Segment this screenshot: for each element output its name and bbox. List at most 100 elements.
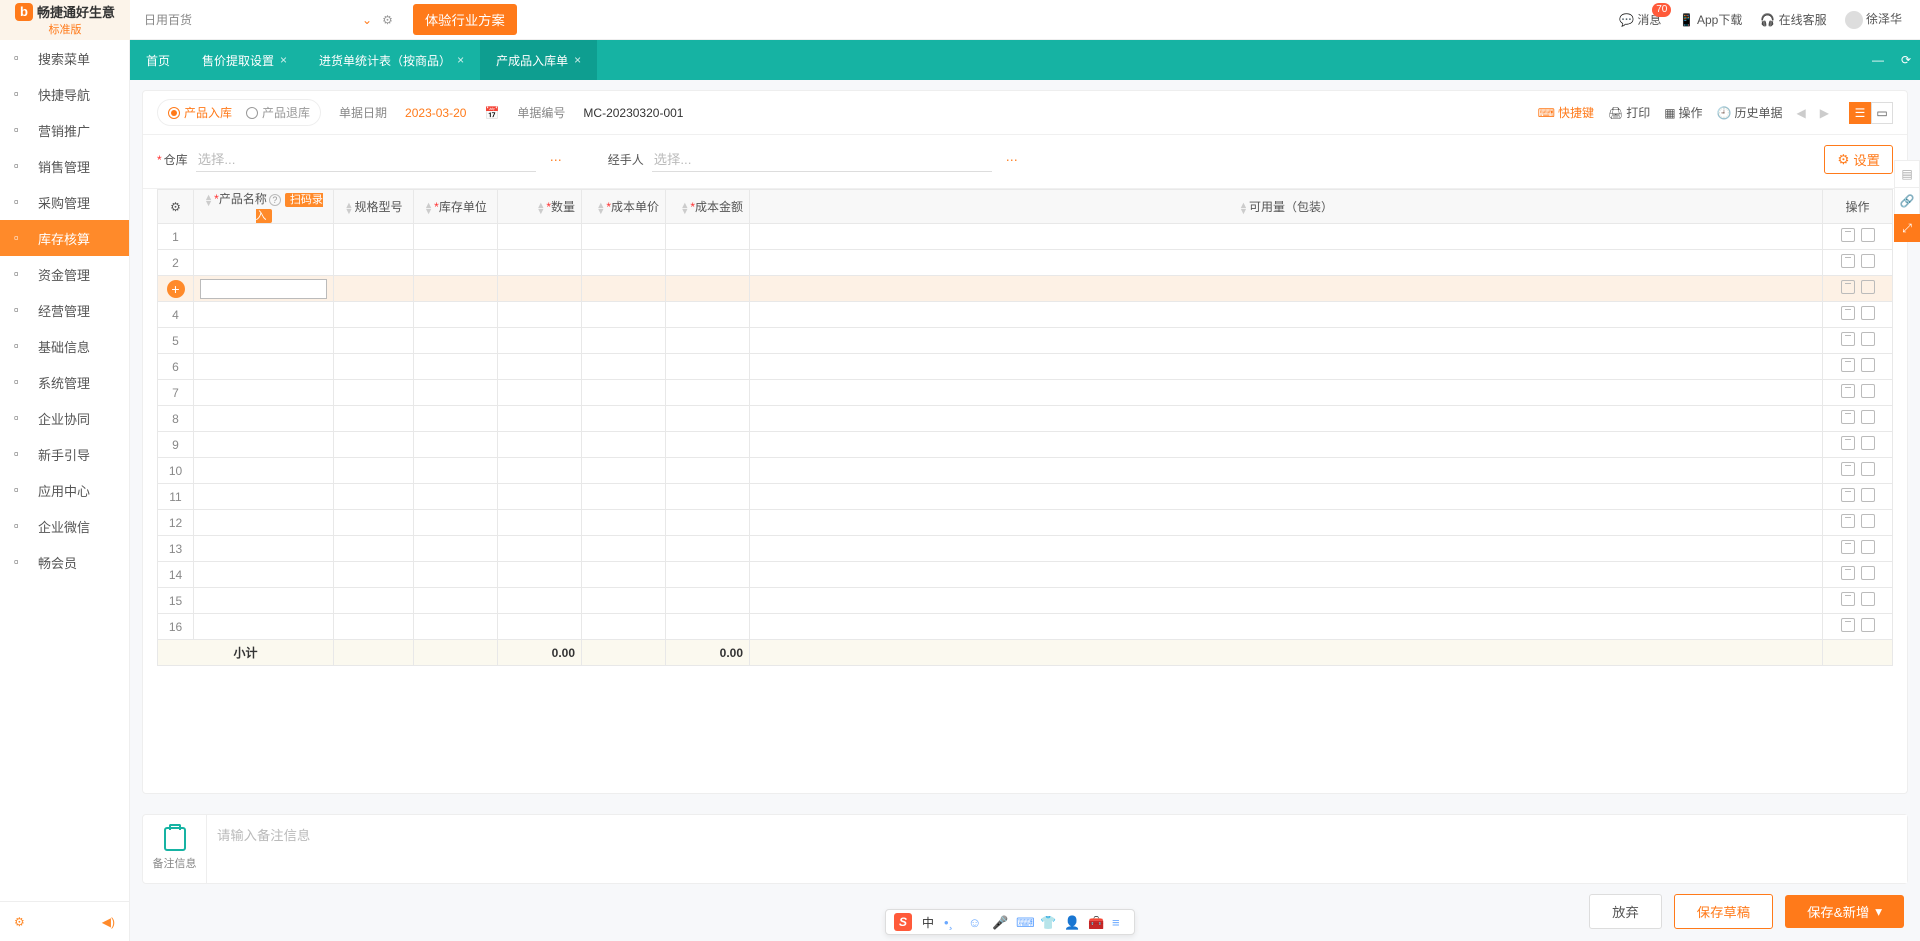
tab-1[interactable]: 售价提取设置× (186, 40, 303, 80)
col-spec[interactable]: ▲▼规格型号 (334, 190, 414, 224)
date-value[interactable]: 2023-03-20 (405, 106, 466, 120)
delete-row-icon[interactable] (1841, 618, 1855, 632)
handler-input[interactable] (652, 148, 992, 172)
delete-row-icon[interactable] (1841, 254, 1855, 268)
delete-row-icon[interactable] (1841, 592, 1855, 606)
shortcut-button[interactable]: ⌨快捷键 (1538, 104, 1594, 121)
float-tool-expand-icon[interactable]: ⤢ (1894, 214, 1920, 242)
copy-row-icon[interactable] (1861, 462, 1875, 476)
sidebar-item-13[interactable]: ▫企业微信 (0, 508, 129, 544)
radio-product-in[interactable]: 产品入库 (168, 104, 232, 121)
copy-row-icon[interactable] (1861, 488, 1875, 502)
sidebar-item-8[interactable]: ▫基础信息 (0, 328, 129, 364)
remark-input[interactable] (207, 815, 1907, 883)
sidebar-item-4[interactable]: ▫采购管理 (0, 184, 129, 220)
tab-refresh-button[interactable]: ⟳ (1892, 40, 1920, 80)
table-row[interactable]: 11 (158, 484, 1893, 510)
discard-button[interactable]: 放弃 (1589, 894, 1662, 929)
col-amount[interactable]: ▲▼*成本金额 (666, 190, 750, 224)
history-button[interactable]: 🕘历史单据 (1717, 104, 1783, 121)
support-link[interactable]: 🎧 在线客服 (1760, 11, 1826, 28)
col-qty[interactable]: ▲▼*数量 (498, 190, 582, 224)
float-tool-1[interactable]: ▤ (1894, 160, 1920, 188)
delete-row-icon[interactable] (1841, 280, 1855, 294)
table-row[interactable]: 6 (158, 354, 1893, 380)
sidebar-item-2[interactable]: ▫营销推广 (0, 112, 129, 148)
col-available[interactable]: ▲▼可用量（包装） (750, 190, 1823, 224)
delete-row-icon[interactable] (1841, 306, 1855, 320)
chevron-down-icon[interactable]: ⌄ (362, 13, 372, 27)
table-row[interactable]: 9 (158, 432, 1893, 458)
sidebar-item-12[interactable]: ▫应用中心 (0, 472, 129, 508)
delete-row-icon[interactable] (1841, 332, 1855, 346)
table-row[interactable]: 12 (158, 510, 1893, 536)
trial-button[interactable]: 体验行业方案 (413, 4, 517, 35)
copy-row-icon[interactable] (1861, 410, 1875, 424)
warehouse-input[interactable] (196, 148, 536, 172)
ime-skin-icon[interactable]: 👕 (1040, 915, 1054, 929)
delete-row-icon[interactable] (1841, 384, 1855, 398)
table-row[interactable]: 15 (158, 588, 1893, 614)
ime-mic-icon[interactable]: 🎤 (992, 915, 1006, 929)
save-draft-button[interactable]: 保存草稿 (1674, 894, 1773, 929)
close-icon[interactable]: × (574, 53, 581, 67)
copy-row-icon[interactable] (1861, 228, 1875, 242)
col-unit[interactable]: ▲▼*库存单位 (414, 190, 498, 224)
sidebar-item-6[interactable]: ▫资金管理 (0, 256, 129, 292)
table-row[interactable]: 5 (158, 328, 1893, 354)
table-row[interactable]: 14 (158, 562, 1893, 588)
table-row[interactable]: 1 (158, 224, 1893, 250)
table-row[interactable]: 16 (158, 614, 1893, 640)
copy-row-icon[interactable] (1861, 540, 1875, 554)
download-link[interactable]: 📱 App下载 (1679, 11, 1742, 28)
delete-row-icon[interactable] (1841, 488, 1855, 502)
messages-link[interactable]: 💬 消息 70 (1619, 11, 1661, 28)
view-list-button[interactable]: ☰ (1849, 102, 1871, 124)
sidebar-item-14[interactable]: ▫畅会员 (0, 544, 129, 580)
gear-icon[interactable]: ⚙ (382, 13, 393, 27)
ime-menu-icon[interactable]: ≡ (1112, 915, 1126, 929)
table-row[interactable]: + (158, 276, 1893, 302)
col-settings[interactable]: ⚙ (158, 190, 194, 224)
close-icon[interactable]: × (457, 53, 464, 67)
sidebar-item-1[interactable]: ▫快捷导航 (0, 76, 129, 112)
ime-smile-icon[interactable]: ☺ (968, 915, 982, 929)
close-icon[interactable]: × (280, 53, 287, 67)
copy-row-icon[interactable] (1861, 306, 1875, 320)
delete-row-icon[interactable] (1841, 462, 1855, 476)
sidebar-item-9[interactable]: ▫系统管理 (0, 364, 129, 400)
collapse-icon[interactable]: ◀) (102, 915, 115, 929)
warehouse-more-icon[interactable]: ⋯ (544, 153, 568, 167)
calendar-icon[interactable]: 📅 (484, 106, 499, 120)
ime-lang[interactable]: 中 (922, 914, 934, 931)
copy-row-icon[interactable] (1861, 566, 1875, 580)
copy-row-icon[interactable] (1861, 332, 1875, 346)
float-tool-link-icon[interactable]: 🔗 (1894, 187, 1920, 215)
col-product[interactable]: ▲▼*产品名称?扫码录入 (194, 190, 334, 224)
delete-row-icon[interactable] (1841, 228, 1855, 242)
copy-row-icon[interactable] (1861, 436, 1875, 450)
ops-button[interactable]: ▦操作 (1664, 104, 1702, 121)
table-row[interactable]: 7 (158, 380, 1893, 406)
delete-row-icon[interactable] (1841, 514, 1855, 528)
view-card-button[interactable]: ▭ (1871, 102, 1893, 124)
settings-button[interactable]: ⚙设置 (1824, 145, 1893, 174)
col-price[interactable]: ▲▼*成本单价 (582, 190, 666, 224)
sidebar-item-3[interactable]: ▫销售管理 (0, 148, 129, 184)
copy-row-icon[interactable] (1861, 592, 1875, 606)
delete-row-icon[interactable] (1841, 566, 1855, 580)
ime-keyboard-icon[interactable]: ⌨ (1016, 915, 1030, 929)
shop-selector-label[interactable]: 日用百货 (144, 11, 192, 28)
copy-row-icon[interactable] (1861, 384, 1875, 398)
table-row[interactable]: 13 (158, 536, 1893, 562)
delete-row-icon[interactable] (1841, 436, 1855, 450)
radio-product-out[interactable]: 产品退库 (246, 104, 310, 121)
ime-icon[interactable]: •¸ (944, 915, 958, 929)
delete-row-icon[interactable] (1841, 410, 1855, 424)
sidebar-item-11[interactable]: ▫新手引导 (0, 436, 129, 472)
sidebar-item-0[interactable]: ▫搜索菜单 (0, 40, 129, 76)
sidebar-item-7[interactable]: ▫经营管理 (0, 292, 129, 328)
copy-row-icon[interactable] (1861, 514, 1875, 528)
tab-minimize-button[interactable]: — (1864, 40, 1892, 80)
table-row[interactable]: 8 (158, 406, 1893, 432)
